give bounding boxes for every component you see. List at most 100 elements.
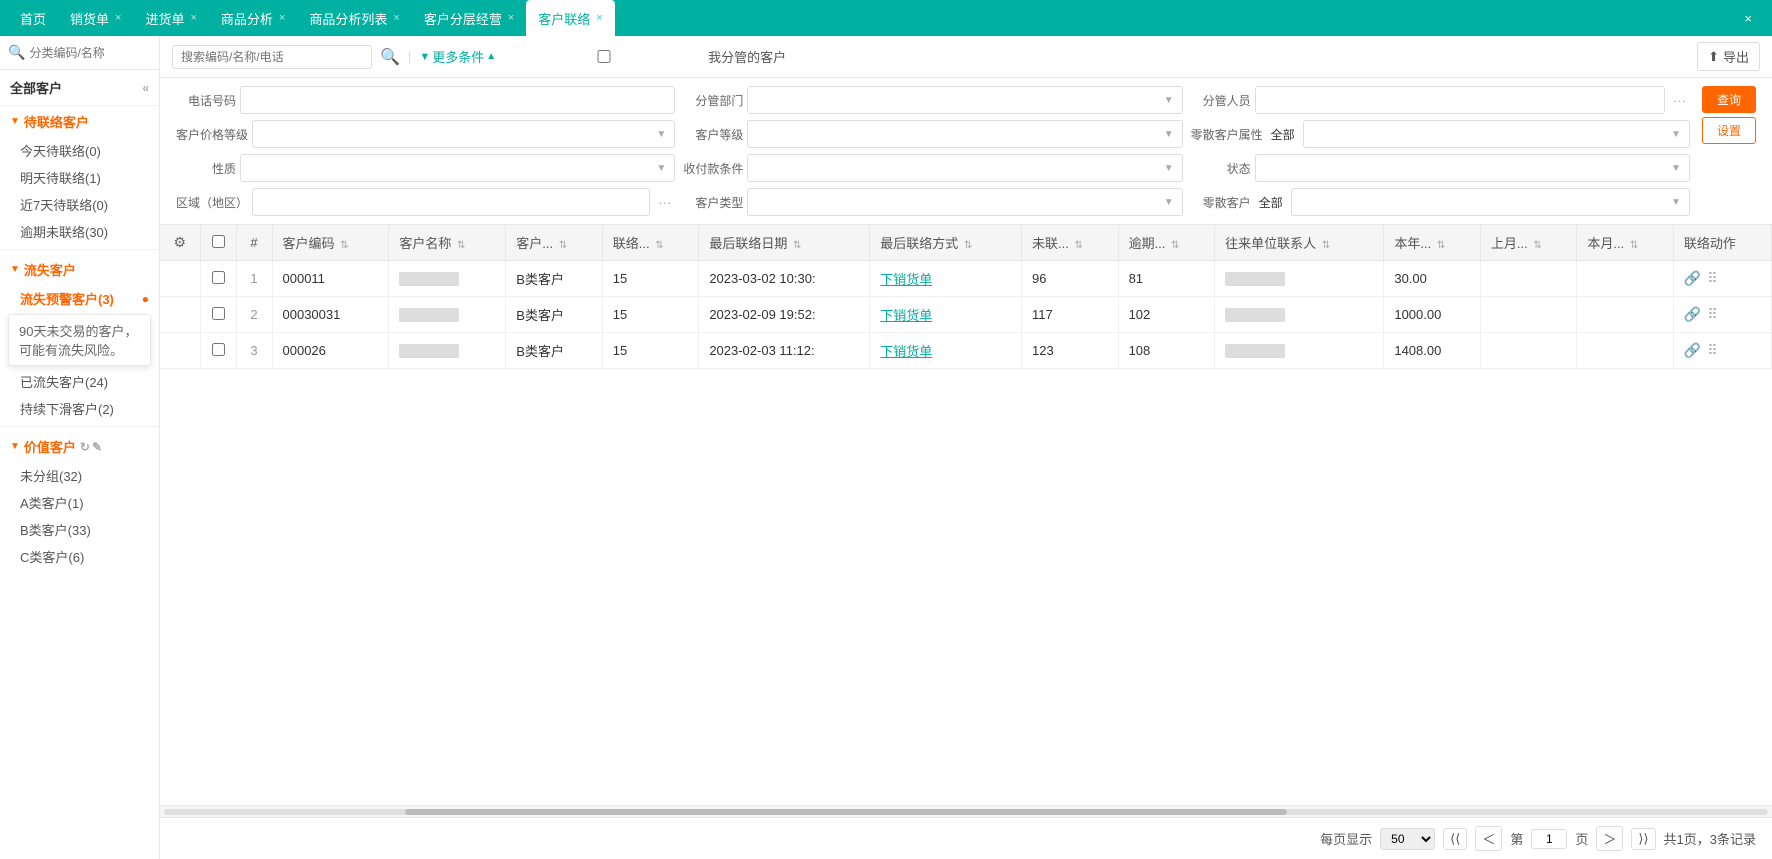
sidebar-item-today[interactable]: 今天待联络(0) — [0, 137, 159, 164]
th-unit-contact[interactable]: 往来单位联系人 ⇅ — [1215, 225, 1384, 261]
filter-level-dropdown[interactable]: ▼ — [747, 120, 1182, 148]
filter-region-dots[interactable]: ··· — [654, 195, 675, 210]
my-customers-checkbox[interactable] — [504, 50, 704, 63]
page-number-input[interactable] — [1531, 829, 1567, 849]
th-last-month[interactable]: 上月... ⇅ — [1480, 225, 1577, 261]
tab-close-purchase[interactable]: × — [190, 12, 196, 24]
search-button[interactable]: 🔍 — [380, 47, 400, 67]
tab-customer-segment[interactable]: 客户分层经营 × — [412, 0, 526, 36]
next-page-button[interactable]: ＞ — [1596, 826, 1623, 851]
td-last-contact-method-1[interactable]: 下销货单 — [870, 261, 1022, 297]
sidebar-item-b-class[interactable]: B类客户(33) — [0, 516, 159, 543]
filter-dept-dropdown[interactable]: ▼ — [747, 86, 1182, 114]
td-last-contact-date-3: 2023-02-03 11:12: — [699, 333, 870, 369]
td-last-contact-method-3[interactable]: 下销货单 — [870, 333, 1022, 369]
action-grid-icon-1[interactable]: ⠿ — [1707, 270, 1717, 287]
filter-payment-dropdown[interactable]: ▼ — [747, 154, 1182, 182]
tab-close-sales[interactable]: × — [115, 12, 121, 24]
scroll-thumb[interactable] — [405, 809, 1287, 815]
td-settings-1 — [160, 261, 200, 297]
value-edit-icon[interactable]: ✎ — [92, 440, 102, 454]
th-last-contact-date[interactable]: 最后联络日期 ⇅ — [699, 225, 870, 261]
sidebar-item-c-class[interactable]: C类客户(6) — [0, 543, 159, 570]
query-button[interactable]: 查询 — [1702, 86, 1756, 113]
first-page-button[interactable]: ⟨⟨ — [1443, 828, 1467, 850]
tab-customer-connect[interactable]: 客户联络 × — [526, 0, 614, 36]
last-contact-method-link-3[interactable]: 下销货单 — [880, 344, 932, 359]
action-link-icon-1[interactable]: 🔗 — [1684, 270, 1701, 287]
sidebar-divider-1 — [0, 249, 159, 250]
tab-close-product-analysis[interactable]: × — [279, 12, 285, 24]
sidebar-search-input[interactable] — [29, 46, 160, 60]
tab-close-customer-connect[interactable]: × — [596, 12, 602, 24]
prev-page-button[interactable]: ＜ — [1475, 826, 1502, 851]
filter-retail-customer-dropdown[interactable]: ▼ — [1291, 188, 1690, 216]
th-this-year[interactable]: 本年... ⇅ — [1384, 225, 1481, 261]
sidebar-item-churn-warning[interactable]: 流失预警客户(3) ● — [0, 285, 159, 312]
action-icons-2: 🔗 ⠿ — [1684, 306, 1761, 323]
search-input[interactable] — [172, 45, 372, 69]
sidebar-section-churn[interactable]: ▼ 流失客户 — [0, 254, 159, 285]
select-all-checkbox[interactable] — [212, 235, 225, 248]
sidebar-item-week[interactable]: 近7天待联络(0) — [0, 191, 159, 218]
th-this-month[interactable]: 本月... ⇅ — [1577, 225, 1674, 261]
sidebar-item-tomorrow[interactable]: 明天待联络(1) — [0, 164, 159, 191]
action-grid-icon-2[interactable]: ⠿ — [1707, 306, 1717, 323]
sidebar-item-already-churn[interactable]: 已流失客户(24) — [0, 368, 159, 395]
value-refresh-icon[interactable]: ↻ — [80, 440, 90, 454]
th-last-contact-method[interactable]: 最后联络方式 ⇅ — [870, 225, 1022, 261]
tab-product-list[interactable]: 商品分析列表 × — [297, 0, 411, 36]
tab-home[interactable]: 首页 — [8, 0, 58, 36]
more-conditions-button[interactable]: ▼ 更多条件 ▲ — [419, 47, 496, 66]
sidebar-item-overdue[interactable]: 逾期未联络(30) — [0, 218, 159, 245]
th-uncontacted[interactable]: 未联... ⇅ — [1022, 225, 1119, 261]
export-button[interactable]: ⬆ 导出 — [1697, 42, 1760, 71]
setting-button[interactable]: 设置 — [1702, 117, 1756, 144]
last-contact-method-link-2[interactable]: 下销货单 — [880, 308, 932, 323]
th-name[interactable]: 客户名称 ⇅ — [389, 225, 506, 261]
filter-nature-dropdown[interactable]: ▼ — [240, 154, 675, 182]
filter-status-dropdown[interactable]: ▼ — [1255, 154, 1690, 182]
sidebar-collapse-icon[interactable]: « — [142, 81, 149, 95]
last-contact-method-link-1[interactable]: 下销货单 — [880, 272, 932, 287]
my-customers-checkbox-label[interactable]: 我分管的客户 — [504, 47, 786, 66]
sidebar-item-ungroup[interactable]: 未分组(32) — [0, 462, 159, 489]
last-page-button[interactable]: ⟩⟩ — [1631, 828, 1655, 850]
tab-sales[interactable]: 销货单 × — [58, 0, 133, 36]
tab-close-product-list[interactable]: × — [393, 12, 399, 24]
th-overdue[interactable]: 逾期... ⇅ — [1118, 225, 1215, 261]
td-action-2: 🔗 ⠿ — [1673, 297, 1771, 333]
per-page-select[interactable]: 20 50 100 200 — [1380, 828, 1435, 850]
tab-close-customer-segment[interactable]: × — [508, 12, 514, 24]
table-settings-icon[interactable]: ⚙ — [173, 234, 186, 250]
row-checkbox-2[interactable] — [212, 307, 225, 320]
th-settings[interactable]: ⚙ — [160, 225, 200, 261]
filter-retail-attr-dropdown[interactable]: ▼ — [1303, 120, 1690, 148]
current-page-label: 第 — [1510, 829, 1523, 848]
filter-customer-type-dropdown[interactable]: ▼ — [747, 188, 1182, 216]
filter-person-dots[interactable]: ··· — [1669, 93, 1690, 108]
th-type[interactable]: 客户... ⇅ — [506, 225, 603, 261]
table-row: 1 000011 B类客户 15 2023-03-02 10:30: 下销货单 … — [160, 261, 1772, 297]
row-checkbox-3[interactable] — [212, 343, 225, 356]
horizontal-scrollbar[interactable] — [160, 805, 1772, 817]
action-link-icon-2[interactable]: 🔗 — [1684, 306, 1701, 323]
tab-product-analysis[interactable]: 商品分析 × — [209, 0, 297, 36]
filter-phone-input[interactable] — [240, 86, 675, 114]
action-link-icon-3[interactable]: 🔗 — [1684, 342, 1701, 359]
tab-purchase[interactable]: 进货单 × — [133, 0, 208, 36]
action-grid-icon-3[interactable]: ⠿ — [1707, 342, 1717, 359]
window-close-button[interactable]: × — [1732, 0, 1764, 36]
th-code[interactable]: 客户编码 ⇅ — [272, 225, 389, 261]
filter-price-level-dropdown[interactable]: ▼ — [252, 120, 675, 148]
sidebar-item-a-class[interactable]: A类客户(1) — [0, 489, 159, 516]
sidebar-section-pending-contact[interactable]: ▼ 待联络客户 — [0, 106, 159, 137]
export-icon: ⬆ — [1708, 49, 1719, 65]
th-contact[interactable]: 联络... ⇅ — [602, 225, 699, 261]
sidebar-section-value[interactable]: ▼ 价值客户 ↻ ✎ — [0, 431, 159, 462]
row-checkbox-1[interactable] — [212, 271, 225, 284]
filter-region-input[interactable] — [252, 188, 650, 216]
sidebar-item-churn-down[interactable]: 持续下滑客户(2) — [0, 395, 159, 422]
filter-person-input[interactable] — [1255, 86, 1665, 114]
td-last-contact-method-2[interactable]: 下销货单 — [870, 297, 1022, 333]
